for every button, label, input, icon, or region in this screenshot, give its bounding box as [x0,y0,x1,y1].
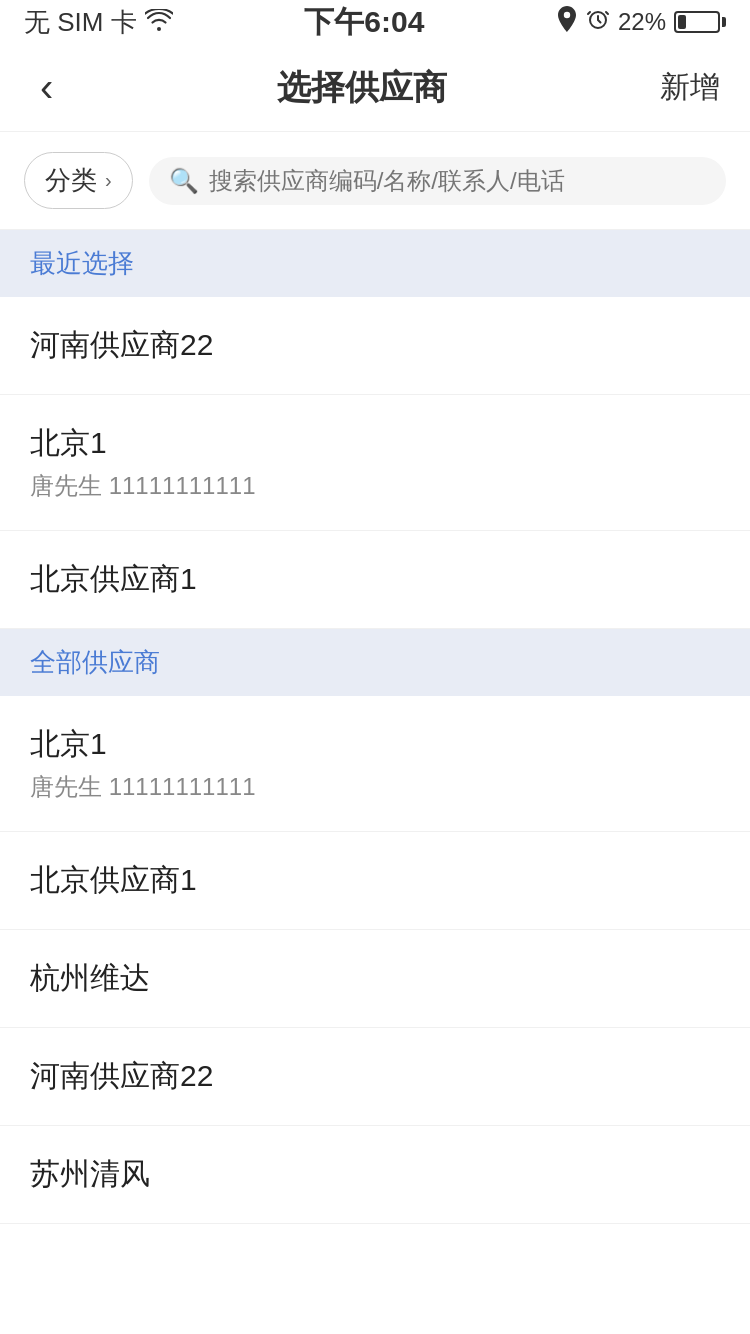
back-button[interactable]: ‹ [30,55,63,120]
item-name: 杭州维达 [30,958,720,999]
all-items-list: 北京1 唐先生 11111111111 北京供应商1 杭州维达 河南供应商22 … [0,696,750,1224]
sim-status: 无 SIM 卡 [24,5,137,40]
list-item[interactable]: 苏州清风 [0,1126,750,1224]
add-button[interactable]: 新增 [660,67,720,108]
item-sub: 唐先生 11111111111 [30,470,720,502]
recent-items-list: 河南供应商22 北京1 唐先生 11111111111 北京供应商1 [0,297,750,629]
list-item[interactable]: 北京供应商1 [0,531,750,629]
list-item[interactable]: 北京供应商1 [0,832,750,930]
search-input[interactable] [209,167,706,195]
status-left: 无 SIM 卡 [24,5,173,40]
item-name: 北京1 [30,724,720,765]
status-bar: 无 SIM 卡 下午6:04 22% [0,0,750,44]
list-item[interactable]: 北京1 唐先生 11111111111 [0,395,750,531]
list-item[interactable]: 河南供应商22 [0,1028,750,1126]
category-button[interactable]: 分类 › [24,152,133,209]
alarm-icon [586,7,610,37]
filter-bar: 分类 › 🔍 [0,132,750,230]
chevron-right-icon: › [105,169,112,192]
status-time: 下午6:04 [304,2,424,43]
list-item[interactable]: 北京1 唐先生 11111111111 [0,696,750,832]
item-name: 北京供应商1 [30,860,720,901]
category-label: 分类 [45,163,97,198]
list-item[interactable]: 杭州维达 [0,930,750,1028]
recent-section-label: 最近选择 [30,248,134,278]
item-name: 河南供应商22 [30,1056,720,1097]
search-icon: 🔍 [169,167,199,195]
all-section-header: 全部供应商 [0,629,750,696]
list-item[interactable]: 河南供应商22 [0,297,750,395]
item-name: 北京供应商1 [30,559,720,600]
location-icon [556,6,578,38]
battery-icon [674,11,726,33]
all-section-label: 全部供应商 [30,647,160,677]
search-box[interactable]: 🔍 [149,157,726,205]
battery-percent: 22% [618,8,666,36]
item-name: 苏州清风 [30,1154,720,1195]
nav-bar: ‹ 选择供应商 新增 [0,44,750,132]
item-name: 北京1 [30,423,720,464]
page-title: 选择供应商 [277,65,447,111]
recent-section-header: 最近选择 [0,230,750,297]
wifi-icon [145,7,173,38]
item-name: 河南供应商22 [30,325,720,366]
status-right: 22% [556,6,726,38]
item-sub: 唐先生 11111111111 [30,771,720,803]
